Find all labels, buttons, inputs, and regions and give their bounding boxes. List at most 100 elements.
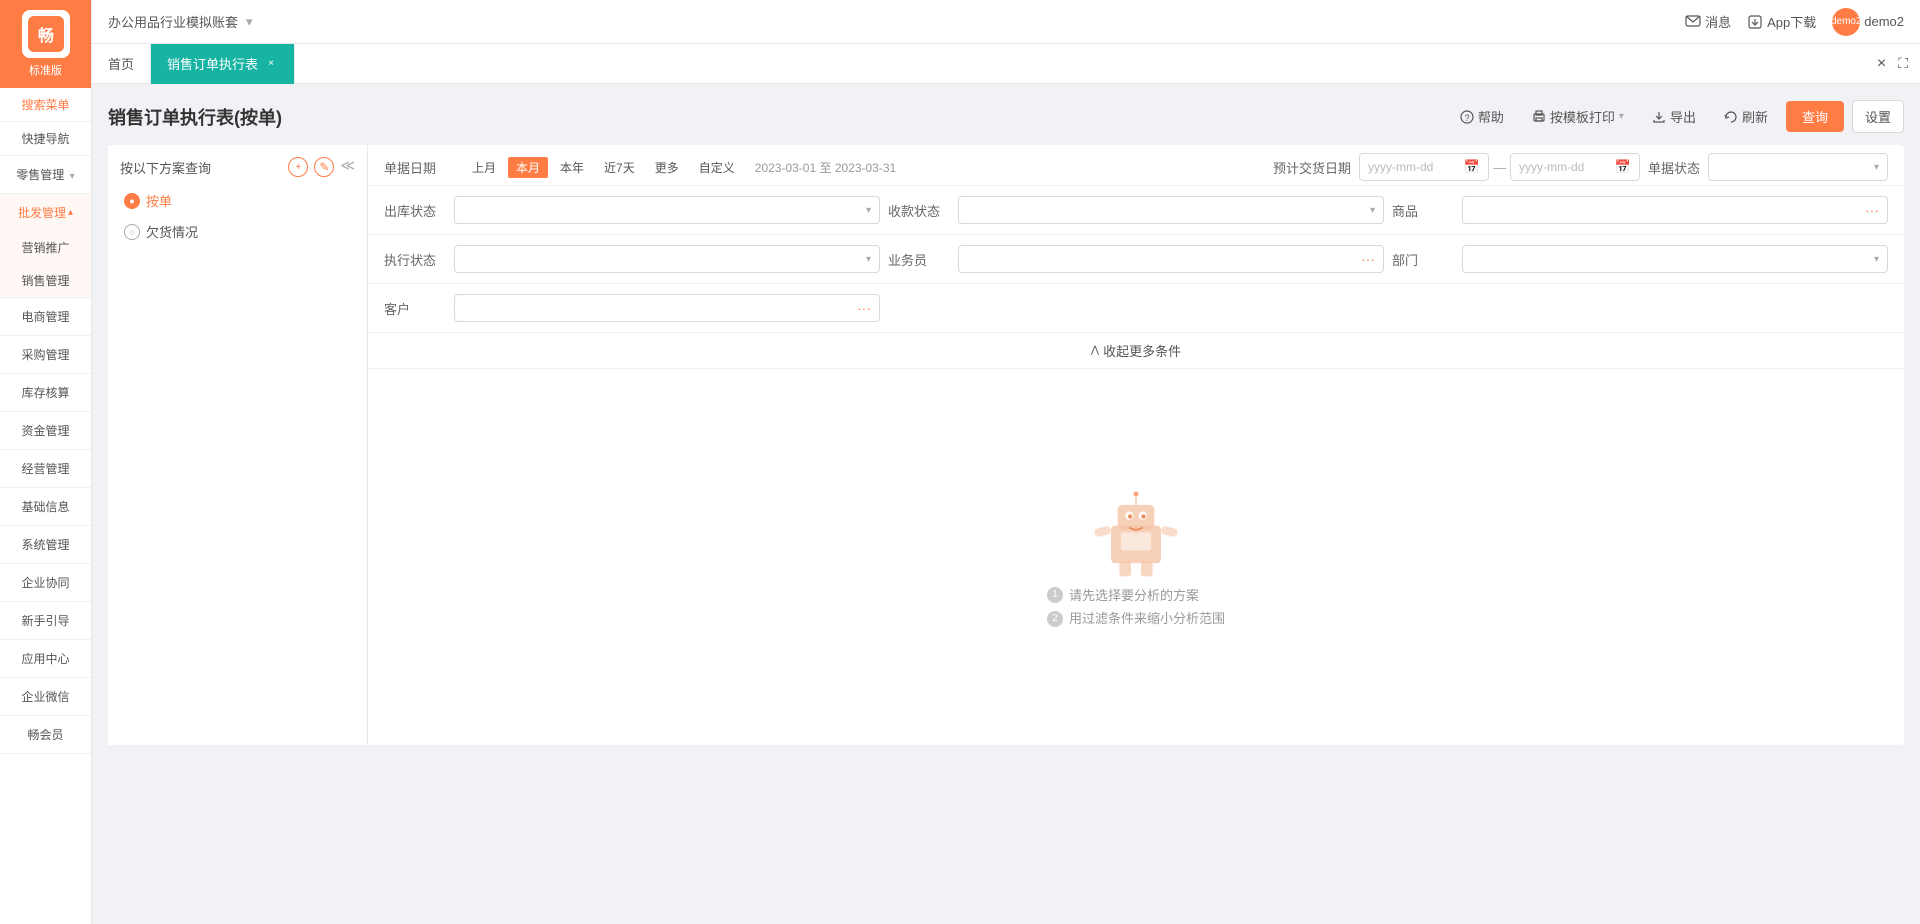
collapse-row: ⋀ 收起更多条件 <box>368 333 1904 369</box>
search-label: 搜索菜单 <box>0 96 91 113</box>
payment-select[interactable]: ▾ <box>958 196 1384 224</box>
sidebar-sub-sales[interactable]: 销售管理 <box>0 264 91 297</box>
chip-7days[interactable]: 近7天 <box>596 157 643 178</box>
tab-close-window-btn[interactable]: × <box>1873 51 1890 77</box>
salesperson-label: 业务员 <box>888 250 958 269</box>
sidebar-sub-marketing[interactable]: 营销推广 <box>0 231 91 264</box>
breadcrumb-text: 办公用品行业模拟账套 <box>108 12 238 31</box>
help-btn[interactable]: ? 帮助 <box>1450 103 1514 130</box>
delivery-select[interactable]: ▾ <box>454 196 880 224</box>
sidebar-item-basic[interactable]: 基础信息 <box>0 488 91 526</box>
collapse-up-icon: ⋀ <box>1091 345 1099 356</box>
print-icon <box>1532 110 1546 124</box>
sidebar-item-wechat[interactable]: 企业微信 <box>0 678 91 716</box>
tab-home-label: 首页 <box>108 54 134 73</box>
breadcrumb-arrow: ▾ <box>246 14 253 30</box>
expected-date-start[interactable]: yyyy-mm-dd 📅 <box>1359 153 1489 181</box>
wholesale-label: 批发管理 <box>18 204 66 221</box>
app-subtitle: 标准版 <box>29 62 62 78</box>
delivery-label: 出库状态 <box>384 201 454 220</box>
sidebar-item-search[interactable]: 搜索菜单 <box>0 88 91 122</box>
quick-nav-label: 快捷导航 <box>0 130 91 147</box>
tab-home[interactable]: 首页 <box>92 44 151 84</box>
salesperson-input[interactable]: ··· <box>958 245 1384 273</box>
message-btn[interactable]: 消息 <box>1685 12 1731 31</box>
print-btn[interactable]: 按模板打印 ▾ <box>1522 103 1634 130</box>
tab-sales-execution[interactable]: 销售订单执行表 × <box>151 44 295 84</box>
hint-item-1: 1 请先选择要分析的方案 <box>1047 584 1225 607</box>
customer-input[interactable]: ··· <box>454 294 880 322</box>
status-arrow: ▾ <box>1874 162 1879 173</box>
sidebar-item-ecommerce[interactable]: 电商管理 <box>0 298 91 336</box>
export-btn[interactable]: 导出 <box>1642 103 1706 130</box>
payment-arrow: ▾ <box>1370 205 1375 216</box>
chip-custom[interactable]: 自定义 <box>691 157 743 178</box>
filter-row-1: 出库状态 ▾ 收款状态 ▾ <box>368 186 1904 235</box>
sidebar-item-enterprise[interactable]: 企业协同 <box>0 564 91 602</box>
sidebar-item-quick-nav[interactable]: 快捷导航 <box>0 122 91 156</box>
tab-label: 销售订单执行表 <box>167 54 258 73</box>
customer-filter: 客户 ··· <box>384 294 880 322</box>
goods-input[interactable]: ··· <box>1462 196 1888 224</box>
date-chips: 上月 本月 本年 近7天 更多 自定义 2023-03-01 至 2023-03… <box>464 157 896 178</box>
refresh-icon <box>1724 110 1738 124</box>
scheme-icon: ● <box>124 193 140 209</box>
debt-item[interactable]: ○ 欠货情况 <box>108 216 367 247</box>
sidebar-item-app-center[interactable]: 应用中心 <box>0 640 91 678</box>
chip-this-month[interactable]: 本月 <box>508 157 548 178</box>
filter-row-2: 执行状态 ▾ 业务员 ··· <box>368 235 1904 284</box>
left-panel-icons: + ✎ ≪ <box>288 157 355 177</box>
query-btn[interactable]: 查询 <box>1786 101 1844 132</box>
sidebar-item-retail[interactable]: 零售管理 ▾ <box>0 156 91 194</box>
sidebar-item-wholesale[interactable]: 批发管理 ▴ <box>0 194 91 231</box>
chip-more[interactable]: 更多 <box>647 157 687 178</box>
execution-select[interactable]: ▾ <box>454 245 880 273</box>
settings-btn[interactable]: 设置 <box>1852 100 1904 133</box>
tab-close-btn[interactable]: × <box>264 57 278 71</box>
date-end-placeholder: yyyy-mm-dd <box>1519 160 1584 174</box>
delivery-filter: 出库状态 ▾ <box>384 196 880 224</box>
delivery-arrow: ▾ <box>866 205 871 216</box>
chip-last-month[interactable]: 上月 <box>464 157 504 178</box>
salesperson-filter: 业务员 ··· <box>888 245 1384 273</box>
collapse-panel-btn[interactable]: ≪ <box>340 157 355 177</box>
expected-date-end[interactable]: yyyy-mm-dd 📅 <box>1510 153 1640 181</box>
sidebar-item-operations[interactable]: 经营管理 <box>0 450 91 488</box>
main-area: 办公用品行业模拟账套 ▾ 消息 App下载 demo2 demo2 首页 <box>92 0 1920 924</box>
department-label: 部门 <box>1392 250 1462 269</box>
tab-bar-right: × ⛶ <box>1873 51 1920 77</box>
sidebar-item-system[interactable]: 系统管理 <box>0 526 91 564</box>
sidebar-item-inventory[interactable]: 库存核算 <box>0 374 91 412</box>
payment-label: 收款状态 <box>888 201 958 220</box>
logo-icon: 畅 <box>28 16 64 52</box>
status-label: 单据状态 <box>1648 158 1700 177</box>
header-actions: 消息 App下载 demo2 demo2 <box>1685 8 1904 36</box>
chip-this-year[interactable]: 本年 <box>552 157 592 178</box>
collapse-filters-btn[interactable]: ⋀ 收起更多条件 <box>1091 341 1181 360</box>
scheme-item-order[interactable]: ● 按单 <box>108 185 367 216</box>
date-start-placeholder: yyyy-mm-dd <box>1368 160 1433 174</box>
hint-num-2: 2 <box>1047 611 1063 627</box>
add-scheme-btn[interactable]: + <box>288 157 308 177</box>
sidebar-item-purchase[interactable]: 采购管理 <box>0 336 91 374</box>
sidebar-item-finance[interactable]: 资金管理 <box>0 412 91 450</box>
tab-maximize-btn[interactable]: ⛶ <box>1894 51 1912 76</box>
date-label: 单据日期 <box>384 158 464 177</box>
app-download-btn[interactable]: App下载 <box>1747 12 1816 31</box>
refresh-btn[interactable]: 刷新 <box>1714 103 1778 130</box>
hint-item-2: 2 用过滤条件来缩小分析范围 <box>1047 607 1225 630</box>
user-profile[interactable]: demo2 demo2 <box>1832 8 1904 36</box>
department-arrow: ▾ <box>1874 254 1879 265</box>
sidebar-item-wholesale-group: 批发管理 ▴ 营销推广 销售管理 <box>0 194 91 298</box>
sidebar-item-newbie[interactable]: 新手引导 <box>0 602 91 640</box>
edit-scheme-btn[interactable]: ✎ <box>314 157 334 177</box>
hint-num-1: 1 <box>1047 587 1063 603</box>
department-select[interactable]: ▾ <box>1462 245 1888 273</box>
sidebar-item-member[interactable]: 畅会员 <box>0 716 91 754</box>
left-panel-header: 按以下方案查询 + ✎ ≪ <box>108 157 367 185</box>
date-filter-row: 单据日期 上月 本月 本年 近7天 更多 自定义 2023-03-01 至 20… <box>368 145 1904 186</box>
goods-label: 商品 <box>1392 201 1462 220</box>
page-content: 销售订单执行表(按单) ? 帮助 按模板打印 ▾ 导出 <box>92 84 1920 924</box>
salesperson-dots: ··· <box>1361 251 1375 267</box>
status-select[interactable]: ▾ <box>1708 153 1888 181</box>
